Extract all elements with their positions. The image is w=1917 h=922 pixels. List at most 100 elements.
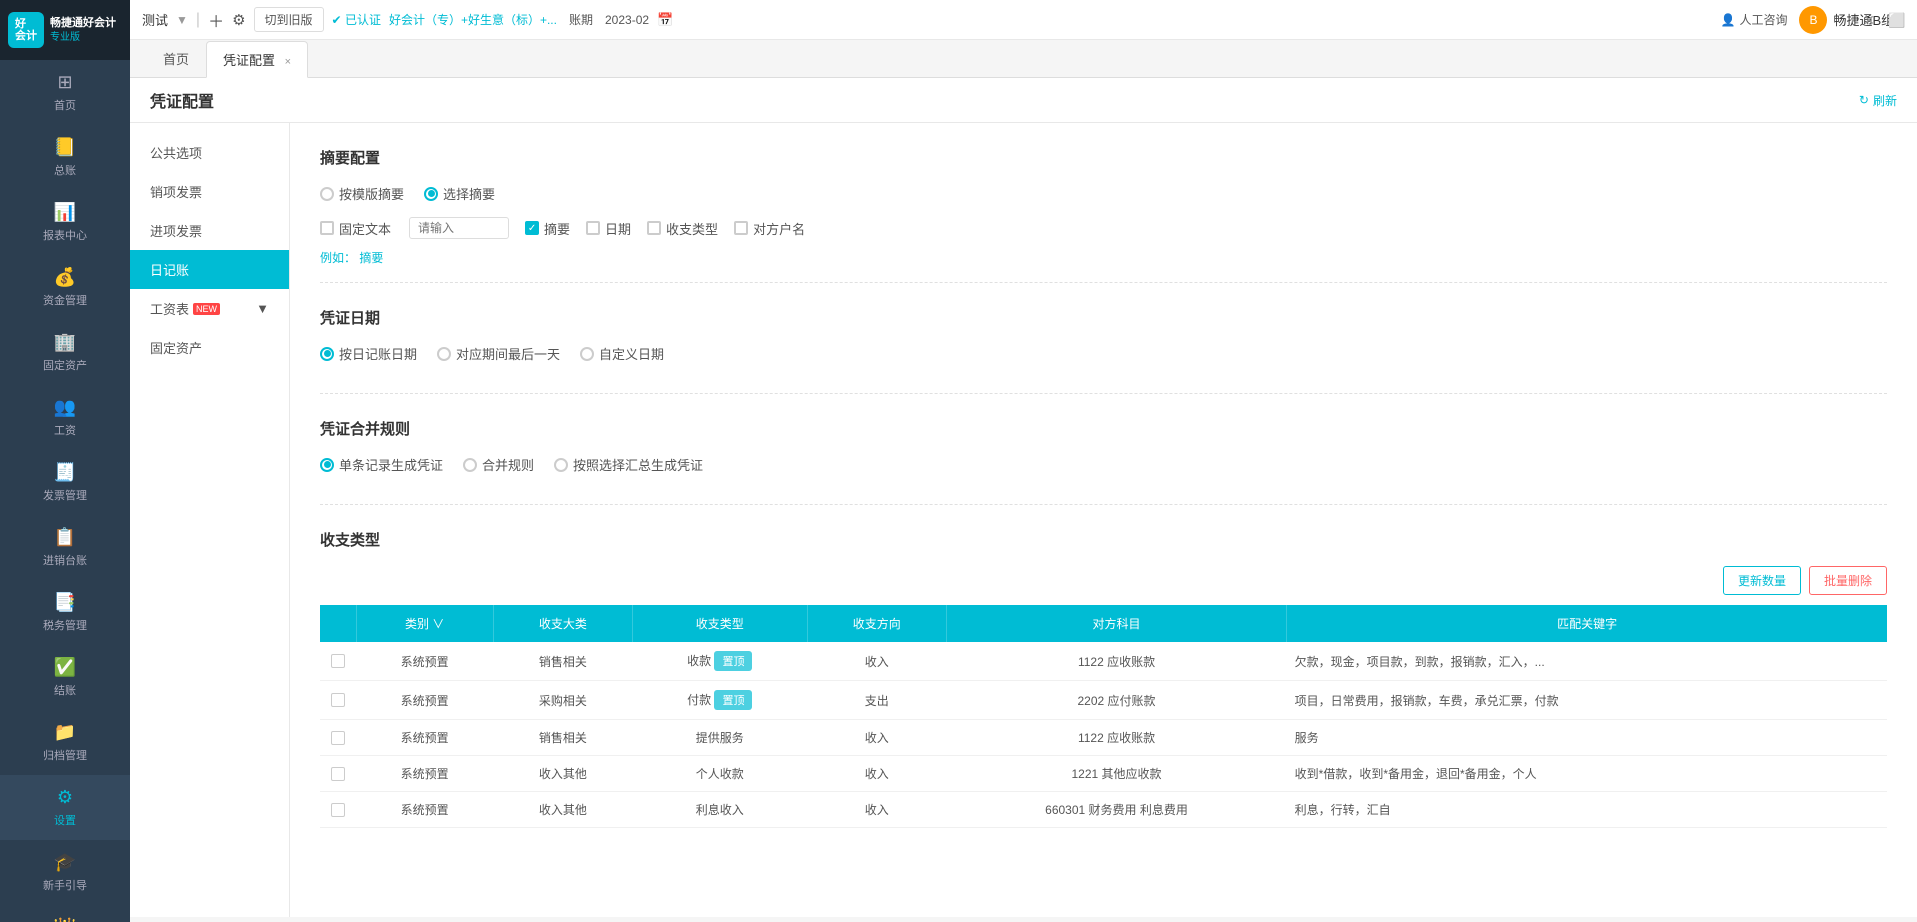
left-nav-label-2: 进项发票	[150, 221, 202, 240]
content-area: 凭证配置 ↻ 刷新 公共选项销项发票进项发票日记账工资表NEW▼固定资产 摘要配…	[130, 78, 1917, 922]
table-header-2: 收支大类	[493, 605, 632, 642]
row-bigtype-0: 销售相关	[493, 642, 632, 681]
income-expense-title: 收支类型	[320, 529, 1887, 550]
sidebar-icon-1: 📒	[54, 137, 76, 158]
sidebar-item-进销台账[interactable]: 📋进销台账	[0, 515, 130, 580]
arrow-icon-4: ▼	[256, 301, 269, 316]
service-button[interactable]: 👤 人工咨询	[1721, 11, 1788, 28]
row-category-0: 系统预置	[356, 642, 493, 681]
checkbox-counterpart[interactable]: 对方户名	[734, 219, 805, 238]
sidebar-item-首页[interactable]: ⊞首页	[0, 60, 130, 125]
left-nav-label-4: 工资表	[150, 299, 189, 318]
left-nav-label-1: 销项发票	[150, 182, 202, 201]
left-nav-item-3[interactable]: 日记账	[130, 250, 289, 289]
batch-delete-button[interactable]: 批量删除	[1809, 566, 1887, 595]
row-type-2: 提供服务	[633, 720, 807, 756]
radio-journal-date[interactable]: 按日记账日期	[320, 344, 417, 363]
radio-journal-icon	[320, 347, 334, 361]
sidebar-item-设置[interactable]: ⚙设置	[0, 775, 130, 840]
main-area: 测试 ▼ | ＋ ⚙ 切到旧版 ✔ 已认证 好会计（专）+好生意（标）+... …	[130, 0, 1917, 922]
summary-checkbox-row: 固定文本 ✓ 摘要 日期	[320, 217, 1887, 239]
sidebar-logo: 好会计 畅捷通好会计 专业版	[0, 0, 130, 60]
row-checkbox-4[interactable]	[331, 803, 345, 817]
settings-icon[interactable]: ⚙	[232, 11, 245, 29]
checkbox-date-icon	[586, 221, 600, 235]
table-header-3: 收支类型	[633, 605, 807, 642]
add-icon[interactable]: ＋	[208, 8, 224, 32]
sidebar-item-总账[interactable]: 📒总账	[0, 125, 130, 190]
row-subject-1: 2202 应付账款	[946, 681, 1286, 720]
tab-home[interactable]: 首页	[146, 40, 206, 77]
radio-summary-voucher[interactable]: 按照选择汇总生成凭证	[554, 455, 703, 474]
refresh-button[interactable]: ↻ 刷新	[1859, 92, 1897, 109]
logo-text: 畅捷通好会计 专业版	[50, 16, 116, 43]
row-checkbox-1[interactable]	[331, 693, 345, 707]
product-tags: 好会计（专）+好生意（标）+...	[389, 11, 557, 28]
row-direction-3: 收入	[807, 756, 946, 792]
sidebar-item-工资[interactable]: 👥 工资	[0, 385, 130, 450]
row-checkbox-0[interactable]	[331, 654, 345, 668]
table-row: 系统预置收入其他利息收入收入660301 财务费用 利息费用利息，行转，汇自	[320, 792, 1887, 828]
row-category-3: 系统预置	[356, 756, 493, 792]
radio-select-summary[interactable]: 选择摘要	[424, 184, 495, 203]
voucher-date-section: 凭证日期 按日记账日期 对应期间最后一天	[320, 283, 1887, 394]
row-checkbox-2[interactable]	[331, 731, 345, 745]
calendar-icon[interactable]: 📅	[657, 12, 673, 28]
radio-template-summary[interactable]: 按模版摘要	[320, 184, 404, 203]
left-nav-item-2[interactable]: 进项发票	[130, 211, 289, 250]
radio-merge-rule[interactable]: 合并规则	[463, 455, 534, 474]
row-keywords-4: 利息，行转，汇自	[1287, 792, 1887, 828]
sidebar-item-结账[interactable]: ✅结账	[0, 645, 130, 710]
table-header-0	[320, 605, 356, 642]
left-nav-item-5[interactable]: 固定资产	[130, 328, 289, 367]
sidebar-item-畅会员[interactable]: 👑畅会员	[0, 905, 130, 922]
sidebar-item-发票管理[interactable]: 🧾发票管理	[0, 450, 130, 515]
voucher-date-radio-group: 按日记账日期 对应期间最后一天 自定义日期	[320, 344, 1887, 363]
sidebar-item-资金管理[interactable]: 💰资金管理	[0, 255, 130, 320]
fixed-text-input[interactable]	[409, 217, 509, 239]
tab-voucher-config[interactable]: 凭证配置 ×	[206, 41, 308, 78]
sidebar-icon-5: 👥	[54, 397, 76, 418]
page-title: 凭证配置	[150, 88, 214, 112]
checkbox-type[interactable]: 收支类型	[647, 219, 718, 238]
sidebar-icon-13: 👑	[54, 917, 76, 922]
radio-summary-icon	[554, 458, 568, 472]
row-checkbox-3[interactable]	[331, 767, 345, 781]
sidebar-item-税务管理[interactable]: 📑税务管理	[0, 580, 130, 645]
checkbox-fixed-text[interactable]: 固定文本	[320, 219, 391, 238]
close-button[interactable]: ✕	[1859, 10, 1879, 30]
tag-btn-0[interactable]: 置顶	[714, 651, 752, 671]
sidebar-item-归档管理[interactable]: 📁归档管理	[0, 710, 130, 775]
update-count-button[interactable]: 更新数量	[1723, 566, 1801, 595]
maximize-button[interactable]: ⬜	[1887, 10, 1907, 30]
tag-btn-1[interactable]: 置顶	[714, 690, 752, 710]
sidebar-item-新手引导[interactable]: 🎓新手引导	[0, 840, 130, 905]
table-header-1[interactable]: 类别 ∨	[356, 605, 493, 642]
checkbox-counterpart-icon	[734, 221, 748, 235]
checkbox-summary[interactable]: ✓ 摘要	[525, 219, 570, 238]
sidebar-label-5: 工资	[54, 422, 76, 438]
left-nav-item-0[interactable]: 公共选项	[130, 133, 289, 172]
switch-version-button[interactable]: 切到旧版	[254, 7, 324, 32]
tab-close-icon[interactable]: ×	[285, 56, 291, 68]
select-all-checkbox[interactable]	[331, 617, 345, 631]
radio-single-voucher[interactable]: 单条记录生成凭证	[320, 455, 443, 474]
checkbox-type-icon	[647, 221, 661, 235]
row-type-3: 个人收款	[633, 756, 807, 792]
company-name: 测试	[142, 10, 168, 29]
dropdown-arrow-icon[interactable]: ▼	[176, 13, 188, 27]
sidebar-item-固定资产[interactable]: 🏢固定资产	[0, 320, 130, 385]
checkbox-date[interactable]: 日期	[586, 219, 631, 238]
sidebar-item-报表中心[interactable]: 📊报表中心	[0, 190, 130, 255]
sidebar-menu: ⊞首页📒总账📊报表中心💰资金管理🏢固定资产 👥 工资 🧾发票管理📋进销台账📑税务管理✅…	[0, 60, 130, 922]
radio-custom-date[interactable]: 自定义日期	[580, 344, 664, 363]
row-bigtype-3: 收入其他	[493, 756, 632, 792]
sidebar-label-3: 资金管理	[43, 292, 87, 308]
merge-radio-group: 单条记录生成凭证 合并规则 按照选择汇总生成凭证	[320, 455, 1887, 474]
type-text-0: 收款	[687, 654, 711, 668]
radio-period-last[interactable]: 对应期间最后一天	[437, 344, 560, 363]
left-nav-item-1[interactable]: 销项发票	[130, 172, 289, 211]
type-text-1: 付款	[687, 693, 711, 707]
sidebar-label-8: 税务管理	[43, 617, 87, 633]
left-nav-item-4[interactable]: 工资表NEW▼	[130, 289, 289, 328]
